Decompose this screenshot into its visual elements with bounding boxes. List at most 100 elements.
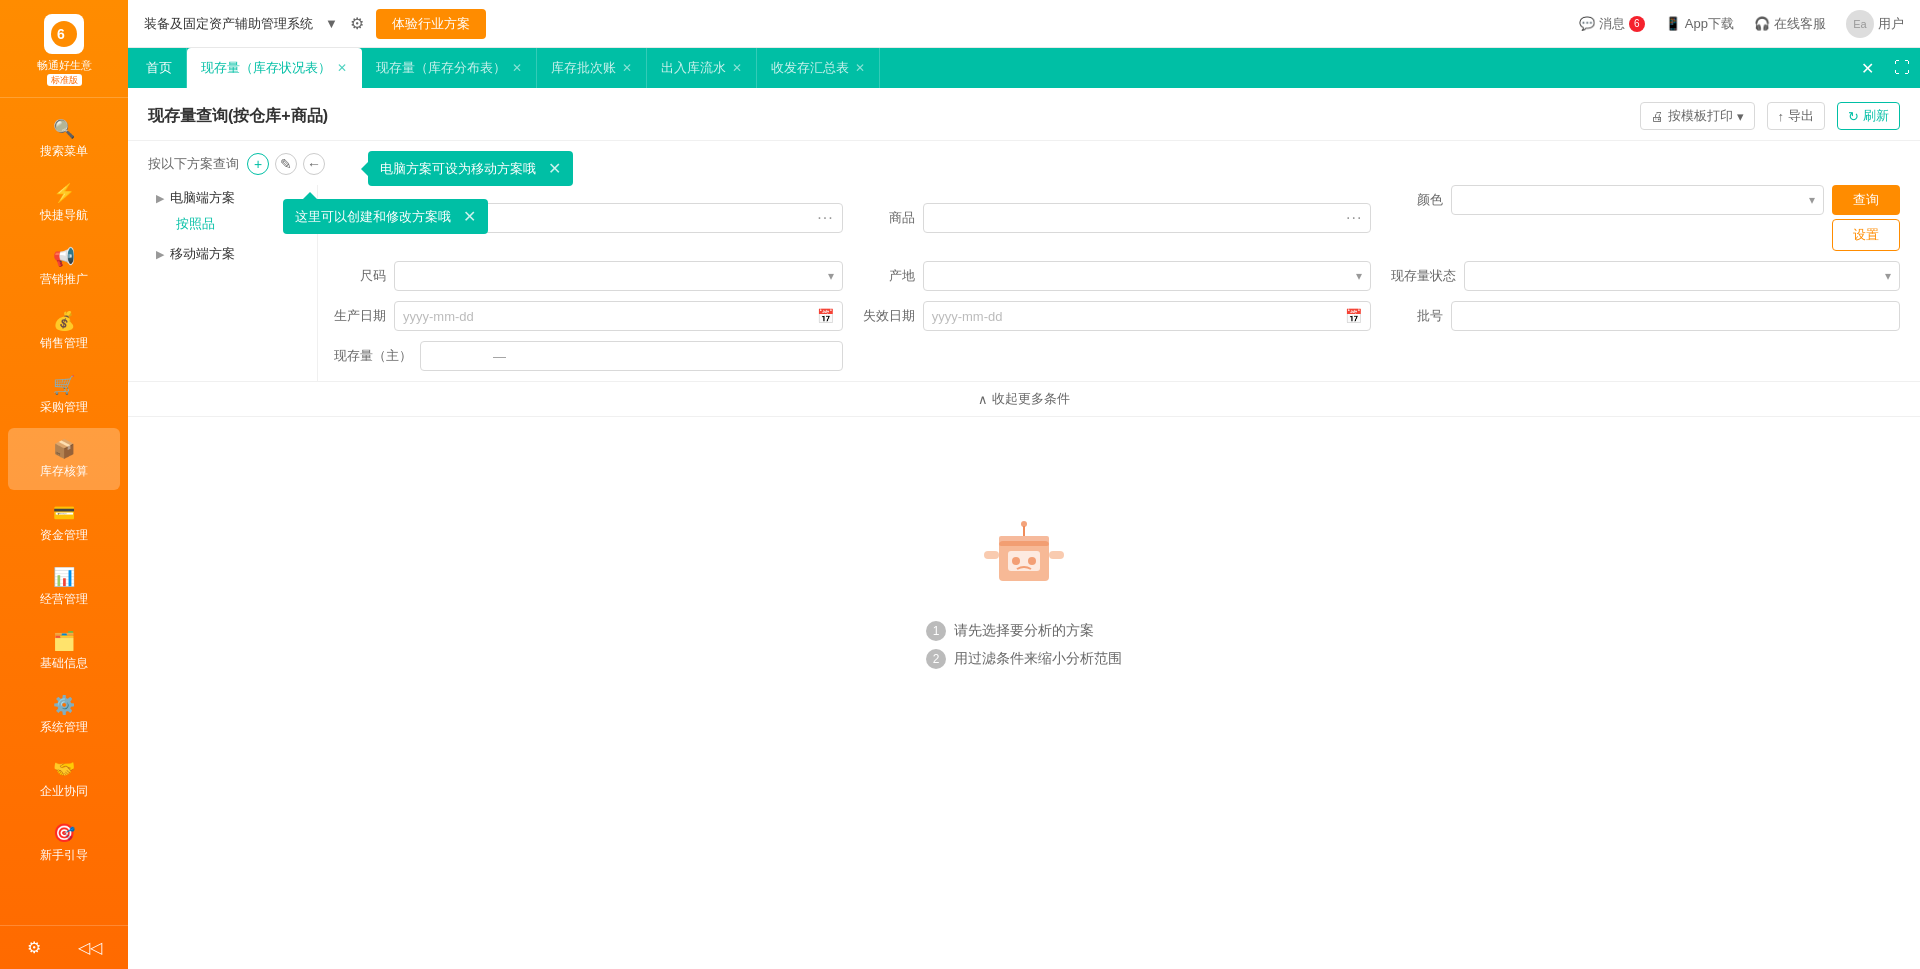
- filter-panel: 仓库 ··· 商品: [318, 185, 1900, 381]
- tab-close-collect-summary[interactable]: ✕: [855, 61, 865, 75]
- arrow-scheme-btn[interactable]: ←: [303, 153, 325, 175]
- svg-rect-9: [984, 551, 999, 559]
- goods-input[interactable]: ···: [923, 203, 1372, 233]
- edit-scheme-btn[interactable]: ✎: [275, 153, 297, 175]
- settings-bottom-btn[interactable]: ⚙: [27, 938, 41, 957]
- sidebar-item-purchase[interactable]: 🛒 采购管理: [8, 364, 120, 426]
- tab-close-inventory-dist[interactable]: ✕: [512, 61, 522, 75]
- experience-btn[interactable]: 体验行业方案: [376, 9, 486, 39]
- export-icon: ↑: [1778, 109, 1785, 124]
- page-actions: 🖨 按模板打印 ▾ ↑ 导出 ↻ 刷新: [1640, 102, 1901, 130]
- tab-inventory-dist[interactable]: 现存量（库存分布表） ✕: [362, 48, 537, 88]
- tab-home[interactable]: 首页: [132, 48, 187, 88]
- message-btn[interactable]: 💬 消息 6: [1579, 15, 1645, 33]
- tab-close-inventory-status[interactable]: ✕: [337, 61, 347, 75]
- range-dash-icon: —: [493, 349, 506, 364]
- color-label: 颜色: [1391, 191, 1443, 209]
- origin-select[interactable]: ▾: [923, 261, 1372, 291]
- prod-date-start[interactable]: yyyy-mm-dd 📅: [394, 301, 843, 331]
- calendar-icon-prod: 📅: [817, 308, 834, 324]
- query-btn[interactable]: 查询: [1832, 185, 1900, 215]
- tab-close-inout-flow[interactable]: ✕: [732, 61, 742, 75]
- system-icon: ⚙️: [53, 694, 75, 716]
- reset-btn[interactable]: 设置: [1832, 219, 1900, 251]
- sidebar-item-base[interactable]: 🗂️ 基础信息: [8, 620, 120, 682]
- refresh-btn[interactable]: ↻ 刷新: [1837, 102, 1900, 130]
- filter-grid: 仓库 ··· 商品: [334, 185, 1900, 381]
- message-icon: 💬: [1579, 16, 1595, 31]
- search-label: 按以下方案查询: [148, 155, 239, 173]
- prod-date-label: 生产日期: [334, 307, 386, 325]
- expire-date-label: 失效日期: [863, 307, 915, 325]
- stock-main-range[interactable]: —: [420, 341, 843, 371]
- tab-bar: 首页 现存量（库存状况表） ✕ 现存量（库存分布表） ✕ 库存批次账 ✕ 出入库…: [128, 48, 1920, 88]
- collapse-sidebar-btn[interactable]: ◁◁: [78, 938, 102, 957]
- tab-close-all-btn[interactable]: ✕: [1855, 59, 1880, 78]
- svg-point-8: [1021, 521, 1027, 527]
- chevron-down-icon: ▾: [1737, 109, 1744, 124]
- filter-stock-main: 现存量（主） —: [334, 341, 843, 371]
- svg-point-6: [1028, 557, 1036, 565]
- finance-icon: 💳: [53, 502, 75, 524]
- filter-color-with-btns: 颜色 ▾ 查询 设置: [1391, 185, 1900, 251]
- sidebar: 6 畅通好生意 标准版 🔍 搜索菜单 ⚡ 快捷导航 📢 营销推广 💰 销售管理 …: [0, 0, 128, 969]
- sidebar-item-guide[interactable]: 🎯 新手引导: [8, 812, 120, 874]
- size-dropdown-icon: ▾: [828, 269, 834, 283]
- scheme-mobile-item[interactable]: ▶ 移动端方案: [148, 241, 309, 267]
- color-select[interactable]: ▾: [1451, 185, 1824, 215]
- goods-dots-btn[interactable]: ···: [1346, 209, 1362, 227]
- sidebar-item-finance[interactable]: 💳 资金管理: [8, 492, 120, 554]
- filter-batch-no: 批号: [1391, 301, 1900, 331]
- filter-goods: 商品 ···: [863, 185, 1372, 251]
- stock-main-max[interactable]: [510, 349, 570, 364]
- tab-inout-flow[interactable]: 出入库流水 ✕: [647, 48, 757, 88]
- sidebar-item-enterprise[interactable]: 🤝 企业协同: [8, 748, 120, 810]
- export-btn[interactable]: ↑ 导出: [1767, 102, 1826, 130]
- sidebar-item-inventory[interactable]: 📦 库存核算: [8, 428, 120, 490]
- app-download-btn[interactable]: 📱 App下载: [1665, 15, 1734, 33]
- collapse-bar[interactable]: ∧ 收起更多条件: [128, 381, 1920, 417]
- settings-gear-btn[interactable]: ⚙: [350, 14, 364, 33]
- stock-status-select[interactable]: ▾: [1464, 261, 1900, 291]
- header-left: 装备及固定资产辅助管理系统 ▼ ⚙ 体验行业方案: [144, 9, 486, 39]
- tab-inventory-status[interactable]: 现存量（库存状况表） ✕: [187, 48, 362, 88]
- print-btn[interactable]: 🖨 按模板打印 ▾: [1640, 102, 1755, 130]
- empty-step-2: 2 用过滤条件来缩小分析范围: [926, 649, 1122, 669]
- tooltip-pc: 电脑方案可设为移动方案哦 ✕: [368, 151, 573, 186]
- marketing-icon: 📢: [53, 246, 75, 268]
- filter-stock-status: 现存量状态 ▾: [1391, 261, 1900, 291]
- sidebar-item-system[interactable]: ⚙️ 系统管理: [8, 684, 120, 746]
- tooltip-scheme: 这里可以创建和修改方案哦 ✕: [283, 199, 488, 234]
- tab-fullscreen-btn[interactable]: ⛶: [1888, 59, 1916, 77]
- tree-mobile-expand-icon: ▶: [156, 248, 164, 261]
- logo-icon: 6: [44, 14, 84, 54]
- warehouse-dots-btn[interactable]: ···: [817, 209, 833, 227]
- tab-collect-summary[interactable]: 收发存汇总表 ✕: [757, 48, 880, 88]
- add-scheme-btn[interactable]: +: [247, 153, 269, 175]
- expire-date-start[interactable]: yyyy-mm-dd 📅: [923, 301, 1372, 331]
- online-support-btn[interactable]: 🎧 在线客服: [1754, 15, 1826, 33]
- step-1-num: 1: [926, 621, 946, 641]
- system-title: 装备及固定资产辅助管理系统: [144, 15, 313, 33]
- size-select[interactable]: ▾: [394, 261, 843, 291]
- filter-expire-date: 失效日期 yyyy-mm-dd 📅: [863, 301, 1372, 331]
- message-badge: 6: [1629, 16, 1645, 32]
- tooltip-scheme-close[interactable]: ✕: [463, 207, 476, 226]
- sidebar-item-sales[interactable]: 💰 销售管理: [8, 300, 120, 362]
- enterprise-icon: 🤝: [53, 758, 75, 780]
- stock-main-min[interactable]: [429, 349, 489, 364]
- tab-close-batch-ledger[interactable]: ✕: [622, 61, 632, 75]
- system-select[interactable]: ▼: [325, 16, 338, 31]
- user-profile-btn[interactable]: Ea 用户: [1846, 10, 1904, 38]
- sidebar-item-nav[interactable]: ⚡ 快捷导航: [8, 172, 120, 234]
- batch-no-input[interactable]: [1451, 301, 1900, 331]
- sidebar-item-operations[interactable]: 📊 经营管理: [8, 556, 120, 618]
- headset-icon: 🎧: [1754, 16, 1770, 31]
- guide-icon: 🎯: [53, 822, 75, 844]
- printer-icon: 🖨: [1651, 109, 1664, 124]
- color-dropdown-icon: ▾: [1809, 193, 1815, 207]
- tooltip-pc-close[interactable]: ✕: [548, 159, 561, 178]
- sidebar-item-marketing[interactable]: 📢 营销推广: [8, 236, 120, 298]
- tab-batch-ledger[interactable]: 库存批次账 ✕: [537, 48, 647, 88]
- sidebar-item-search[interactable]: 🔍 搜索菜单: [8, 108, 120, 170]
